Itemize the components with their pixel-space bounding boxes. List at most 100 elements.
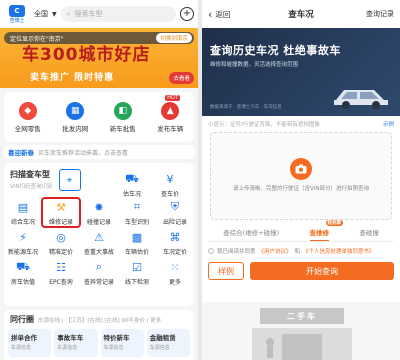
quick-entry-label: 批发内网 bbox=[62, 124, 89, 133]
search-input[interactable]: ⌕ 搜索车型 bbox=[60, 6, 176, 22]
back-button[interactable]: 返回 bbox=[215, 9, 230, 20]
tool-房车估值[interactable]: ⛟ 房车估值 bbox=[5, 259, 41, 287]
tool-label: 车型识别 bbox=[124, 219, 149, 226]
quick-entry-label: 发布车辆 bbox=[157, 124, 184, 133]
quick-entry-2[interactable]: ▦ 批发内网 bbox=[62, 101, 89, 133]
camera-icon[interactable] bbox=[290, 158, 312, 181]
battery-icon: ⚡ bbox=[19, 230, 27, 244]
tool-新能源车况[interactable]: ⚡ 新能源车况 bbox=[5, 229, 41, 257]
banner-subline: 卖车推广 限时特惠 bbox=[30, 73, 115, 83]
back-icon[interactable]: ‹ bbox=[208, 8, 212, 21]
tool-查车价[interactable]: ¥ 查车价 bbox=[152, 171, 188, 199]
tool-label: 新能源车况 bbox=[7, 249, 38, 256]
quick-entry-icon: ◆ bbox=[18, 101, 37, 120]
peer-card-3[interactable]: 特价新车 车源信息 bbox=[100, 329, 144, 357]
tip-text: 小提示：证件/行驶证背面，不能带有遮挡图像 bbox=[208, 122, 320, 128]
tab-badge: 超划算 bbox=[325, 219, 343, 226]
app-logo[interactable]: C 查博士 bbox=[4, 2, 30, 26]
upload-instructions: 请上传清晰、完整的行驶证（含VIN部分）进行拍照查询 bbox=[232, 186, 369, 193]
tool-出险记录[interactable]: ⛨ 出险记录 bbox=[157, 199, 193, 226]
tool-label: 查重大事故 bbox=[83, 249, 114, 256]
crash-icon: ✸ bbox=[94, 200, 104, 214]
quick-entry-icon: ◧ bbox=[113, 101, 132, 120]
start-query-button[interactable]: 开始查询 bbox=[250, 262, 394, 280]
license-upload-area[interactable]: 请上传清晰、完整的行驶证（含VIN部分）进行拍照查询 bbox=[210, 132, 392, 220]
tool-精准定价[interactable]: ◎ 精准定价 bbox=[43, 229, 79, 257]
privacy-consent-link[interactable]: 《个人信息处理单独同意书》 bbox=[303, 247, 375, 255]
search-placeholder: 搜索车型 bbox=[74, 10, 103, 18]
hero-footer: 数据来源于 · 查博士汽车 · 车况信息 bbox=[210, 105, 282, 110]
user-agreement-link[interactable]: 《用户协议》 bbox=[259, 247, 292, 255]
tool-碰撞记录[interactable]: ✸ 碰撞记录 bbox=[81, 199, 117, 227]
chevron-down-icon[interactable]: ▼ bbox=[52, 11, 57, 18]
peer-card-title: 金融租赁 bbox=[149, 334, 176, 342]
tool-车型识别[interactable]: ⌗ 车型识别 bbox=[119, 199, 155, 226]
peer-subtitle: 车源在线 | 【江苏】[在线] [在线] 90年身价 | 更多 bbox=[38, 317, 162, 324]
tab-3[interactable]: 查碰撞 bbox=[359, 227, 379, 240]
alert-icon: ⚠ bbox=[94, 230, 104, 244]
tool-车况定价[interactable]: ⌘ 车况定价 bbox=[157, 229, 193, 257]
sample-button[interactable]: 样例 bbox=[208, 262, 244, 280]
tab-1[interactable]: 查综合(维修+碰撞) bbox=[223, 227, 279, 240]
check-type-tabs: 查综合(维修+碰撞) 查维修 超划算 查碰撞 bbox=[208, 219, 394, 242]
logo-icon: C bbox=[9, 4, 25, 17]
tool-label: EPC查询 bbox=[49, 279, 73, 286]
action-row: 样例 开始查询 bbox=[202, 255, 400, 280]
city-selector[interactable]: 全国 bbox=[34, 9, 48, 19]
car-illustration-icon bbox=[334, 90, 388, 109]
tool-label: 出险记录 bbox=[162, 219, 187, 226]
tool-查重大事故[interactable]: ⚠ 查重大事故 bbox=[81, 229, 117, 257]
tool-row-4: ⛟ 房车估值 ☷ EPC查询 ⌕ 查异常记录 ☑ 线下检测 ⁙ 更多 bbox=[4, 259, 194, 287]
peer-header: 同行圈 车源在线 | 【江苏】[在线] [在线] 90年身价 | 更多 bbox=[4, 310, 194, 329]
car-check-icon: ⛟ bbox=[125, 171, 139, 185]
agree-radio[interactable] bbox=[208, 248, 214, 254]
switch-city-button[interactable]: 切换到南京 bbox=[156, 33, 192, 43]
tool-查异常记录[interactable]: ⌕ 查异常记录 bbox=[81, 259, 117, 286]
tool-更多[interactable]: ⁙ 更多 bbox=[157, 259, 193, 287]
scan-subtitle: VIN扫码查询识别 bbox=[10, 184, 53, 190]
tool-EPC查询[interactable]: ☷ EPC查询 bbox=[43, 259, 79, 287]
peer-card-4[interactable]: 金融租赁 车源信息 bbox=[146, 329, 190, 357]
target-icon: ◎ bbox=[56, 230, 66, 244]
tool-row-2: ▤ 综合车况 ⚒ 维修记录 ✸ 碰撞记录 ⌗ 车型识别 ⛨ 出险记录 bbox=[4, 197, 194, 228]
banner-cta-button[interactable]: 去看看 bbox=[169, 72, 194, 84]
price-icon: ¥ bbox=[166, 172, 174, 186]
tool-label: 估车况 bbox=[122, 191, 141, 198]
scan-title: 扫描查车型 bbox=[10, 170, 50, 179]
peer-card-2[interactable]: 事故车车 车源信息 bbox=[54, 329, 98, 357]
agreement-row: 我已阅读并同意 《用户协议》 和 《个人信息处理单独同意书》 bbox=[202, 242, 400, 255]
wrench-icon: ⚒ bbox=[56, 200, 66, 214]
peer-circle-section: 同行圈 车源在线 | 【江苏】[在线] [在线] 90年身价 | 更多 拼单合作… bbox=[4, 310, 194, 360]
scan-icon[interactable]: ⌖ bbox=[58, 169, 81, 191]
tool-label: 综合车况 bbox=[10, 219, 35, 226]
location-tip: 定位显示你在"南京" 切换到南京 bbox=[4, 32, 194, 44]
tool-label: 车辆估价 bbox=[124, 249, 149, 256]
promo-banner[interactable]: 定位显示你在"南京" 切换到南京 车300城市好店 卖车推广 限时特惠 去看看 bbox=[0, 28, 198, 88]
peer-card-1[interactable]: 拼单合作 车源信息 bbox=[8, 329, 52, 357]
hero-banner: 查询历史车况 杜绝事故车 维修和碰撞数据，灵活选择查询范围 数据来源于 · 查博… bbox=[202, 28, 400, 116]
query-history-link[interactable]: 查询记录 bbox=[366, 9, 394, 19]
tool-label: 线下检测 bbox=[124, 279, 149, 286]
example-link[interactable]: 示例 bbox=[383, 120, 394, 128]
add-icon[interactable]: + bbox=[180, 7, 194, 21]
peer-card-title: 事故车车 bbox=[57, 334, 84, 342]
tool-车辆估价[interactable]: ▩ 车辆估价 bbox=[119, 229, 155, 257]
tool-label: 更多 bbox=[168, 279, 181, 286]
tool-综合车况[interactable]: ▤ 综合车况 bbox=[5, 199, 41, 227]
quick-entry-label: 全网零售 bbox=[14, 124, 41, 133]
tool-label: 查异常记录 bbox=[83, 279, 114, 286]
search-icon: ⌕ bbox=[66, 9, 71, 18]
tool-线下检测[interactable]: ☑ 线下检测 bbox=[119, 259, 155, 287]
tab-label: 查综合(维修+碰撞) bbox=[223, 229, 280, 237]
quick-entry-3[interactable]: ◧ 新车批售 bbox=[110, 101, 136, 133]
quick-entry-4[interactable]: ▲ 发布车辆 bbox=[157, 101, 184, 133]
news-bar[interactable]: 喜迎新春 买车卖车推荐活动来袭，点击查看 bbox=[4, 145, 194, 159]
tab-2[interactable]: 查维修 超划算 bbox=[309, 219, 343, 241]
tool-维修记录[interactable]: ⚒ 维修记录 bbox=[41, 197, 81, 228]
quick-entry-icon: ▦ bbox=[66, 101, 85, 120]
quick-entry-1[interactable]: ◆ 全网零售 bbox=[14, 101, 41, 133]
peer-card-sub: 车源信息 bbox=[149, 345, 170, 351]
peer-card-sub: 车源信息 bbox=[11, 345, 32, 351]
insurance-icon: ⛨ bbox=[170, 200, 180, 213]
tool-估车况[interactable]: ⛟ 估车况 bbox=[114, 171, 150, 199]
